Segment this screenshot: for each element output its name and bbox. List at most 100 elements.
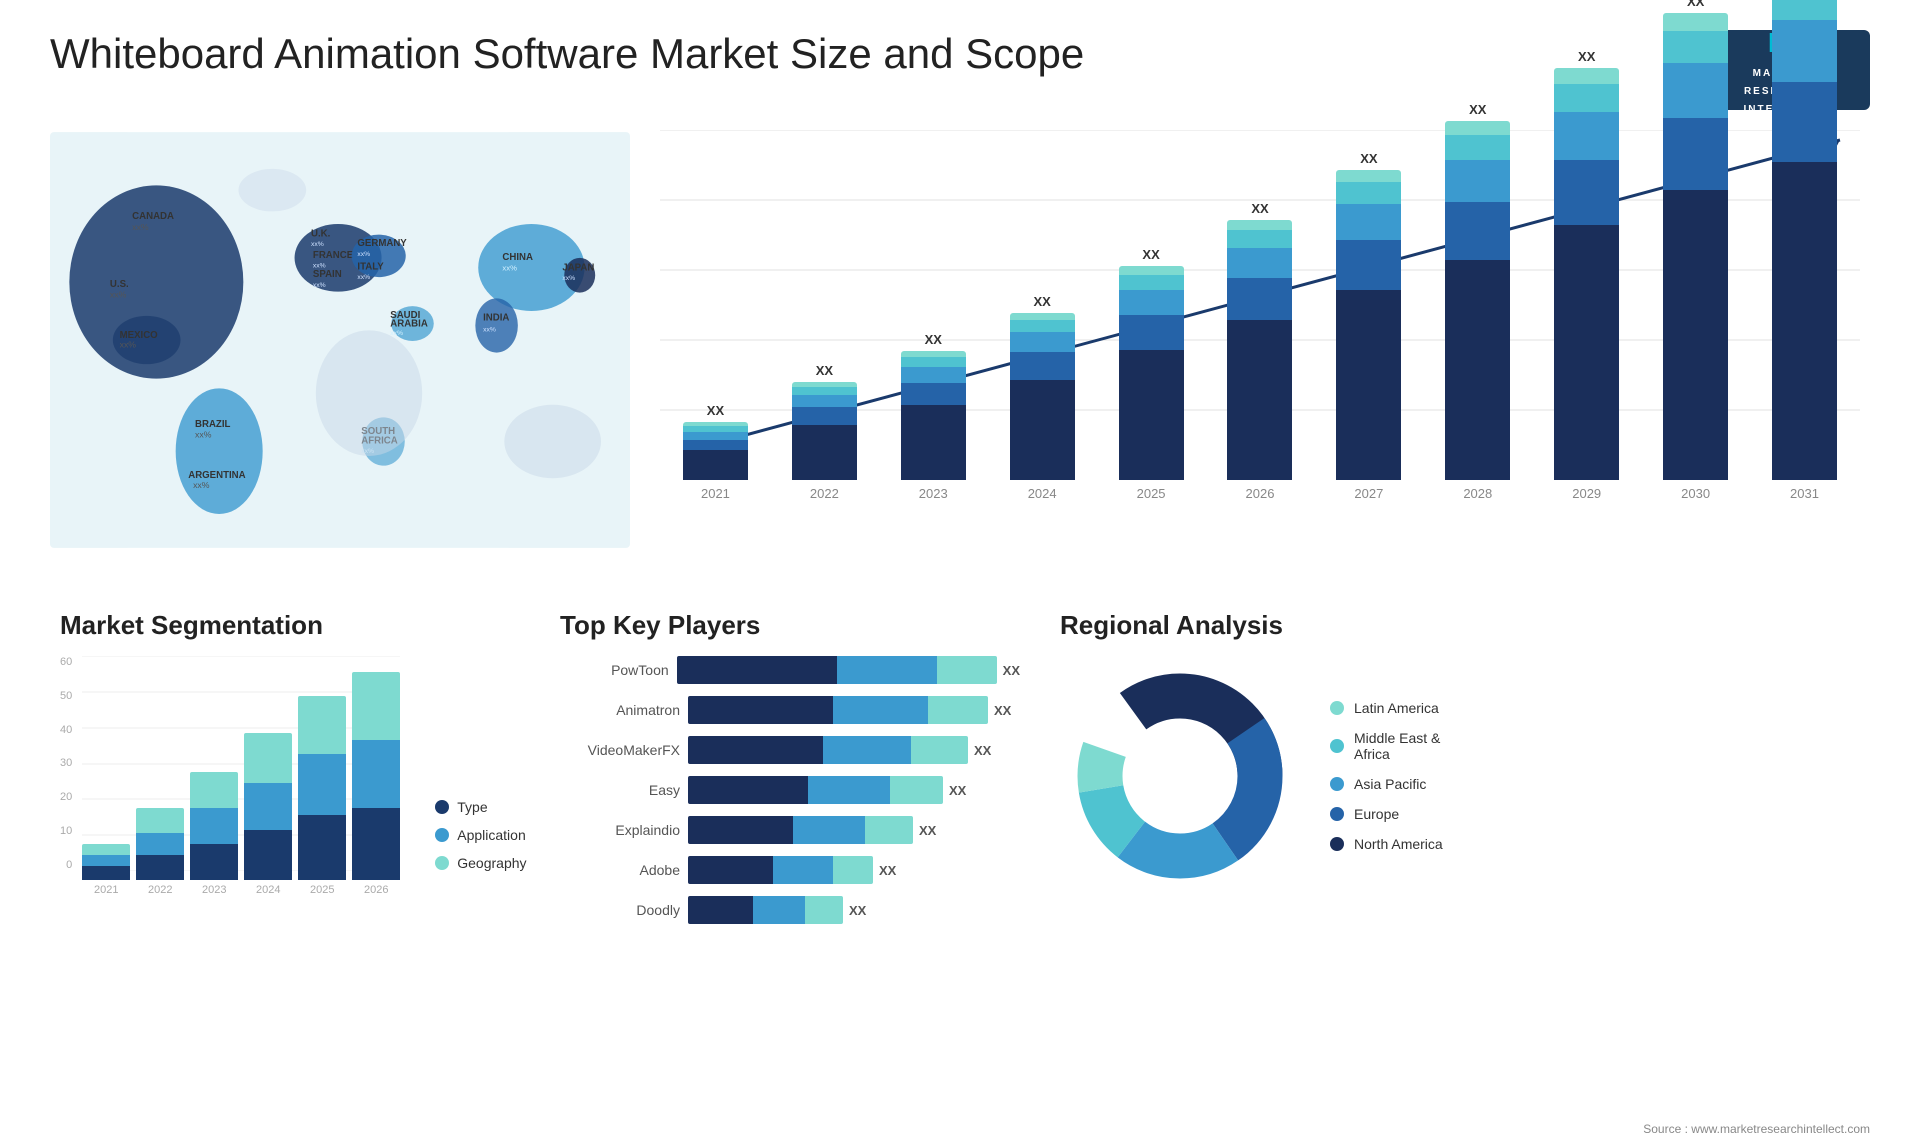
svg-text:xx%: xx% bbox=[313, 282, 326, 289]
legend-geography: Geography bbox=[435, 855, 526, 871]
player-bar-area: XX bbox=[688, 816, 1020, 844]
seg-app bbox=[298, 754, 346, 815]
bar-stack bbox=[792, 382, 857, 480]
seg-x-2022: 2022 bbox=[148, 884, 172, 896]
svg-text:U.S.: U.S. bbox=[110, 279, 129, 290]
bar-seg-1 bbox=[1119, 350, 1184, 480]
bar-seg-1 bbox=[792, 425, 857, 480]
y-50: 50 bbox=[60, 690, 72, 702]
bar-seg-3 bbox=[1554, 112, 1619, 160]
y-60: 60 bbox=[60, 656, 72, 668]
seg-bar-2025: 2025 bbox=[298, 696, 346, 896]
x-label-2030: 2030 bbox=[1645, 486, 1746, 501]
dot-middle-east bbox=[1330, 739, 1344, 753]
player-bar bbox=[677, 656, 997, 684]
seg-type bbox=[244, 830, 292, 880]
chart-section: XX XX bbox=[640, 120, 1880, 580]
seg-geo bbox=[190, 772, 238, 808]
svg-text:BRAZIL: BRAZIL bbox=[195, 419, 231, 430]
bar-seg-mid bbox=[808, 776, 890, 804]
segmentation-section: Market Segmentation 60 50 40 30 20 10 0 bbox=[50, 600, 530, 1090]
seg-x-2024: 2024 bbox=[256, 884, 280, 896]
bar-seg-4 bbox=[1227, 230, 1292, 248]
seg-type bbox=[136, 855, 184, 880]
label-asia-pacific: Asia Pacific bbox=[1354, 776, 1426, 792]
svg-text:xx%: xx% bbox=[357, 251, 370, 258]
dot-asia-pacific bbox=[1330, 777, 1344, 791]
donut-chart bbox=[1060, 656, 1300, 896]
player-bar-area: XX bbox=[688, 856, 1020, 884]
legend-application: Application bbox=[435, 827, 526, 843]
bar-group-2021: XX bbox=[665, 403, 766, 480]
x-label-2021: 2021 bbox=[665, 486, 766, 501]
seg-bar-2024: 2024 bbox=[244, 733, 292, 896]
bar-seg-mid bbox=[753, 896, 805, 924]
bar-seg-dark bbox=[688, 736, 823, 764]
player-xx-animatron: XX bbox=[994, 703, 1011, 718]
bar-seg-1 bbox=[1772, 162, 1837, 480]
seg-x-2026: 2026 bbox=[364, 884, 388, 896]
bar-seg-2 bbox=[901, 383, 966, 405]
player-row-adobe: Adobe XX bbox=[560, 856, 1020, 884]
bar-group-2024: XX bbox=[992, 294, 1093, 480]
legend-label-type: Type bbox=[457, 799, 487, 815]
segmentation-title: Market Segmentation bbox=[60, 610, 520, 641]
svg-text:xx%: xx% bbox=[483, 326, 496, 333]
seg-legend: Type Application Geography bbox=[425, 799, 526, 871]
player-row-powtoon: PowToon XX bbox=[560, 656, 1020, 684]
map-section: CANADA xx% U.S. xx% MEXICO xx% BRAZIL xx… bbox=[40, 120, 640, 580]
bar-group-2026: XX bbox=[1210, 201, 1311, 480]
bar-group-2022: XX bbox=[774, 363, 875, 480]
seg-app bbox=[136, 833, 184, 855]
svg-text:SPAIN: SPAIN bbox=[313, 269, 342, 280]
y-0: 0 bbox=[60, 859, 72, 871]
seg-bars-container: 2021 2022 bbox=[82, 656, 400, 896]
bar-seg-3 bbox=[683, 432, 748, 440]
bar-stack bbox=[1772, 0, 1837, 480]
seg-app bbox=[244, 783, 292, 830]
bar-group-2029: XX bbox=[1536, 49, 1637, 480]
seg-app bbox=[190, 808, 238, 844]
seg-bar-2026: 2026 bbox=[352, 672, 400, 896]
seg-app bbox=[82, 855, 130, 866]
legend-middle-east: Middle East & Africa bbox=[1330, 730, 1443, 762]
bar-seg-2 bbox=[1010, 352, 1075, 380]
bar-seg-2 bbox=[683, 440, 748, 450]
bar-top-label: XX bbox=[816, 363, 833, 378]
player-name-doodly: Doodly bbox=[560, 902, 680, 918]
legend-label-geography: Geography bbox=[457, 855, 526, 871]
bar-seg-dark bbox=[688, 856, 773, 884]
bar-top-label: XX bbox=[1251, 201, 1268, 216]
x-label-2024: 2024 bbox=[992, 486, 1093, 501]
legend-europe: Europe bbox=[1330, 806, 1443, 822]
bar-seg-1 bbox=[1227, 320, 1292, 480]
bar-stack bbox=[1663, 13, 1728, 480]
player-xx-powtoon: XX bbox=[1003, 663, 1020, 678]
bar-seg-mid bbox=[833, 696, 928, 724]
bar-seg-5 bbox=[1554, 68, 1619, 84]
bar-seg-2 bbox=[1554, 160, 1619, 225]
player-row-animatron: Animatron XX bbox=[560, 696, 1020, 724]
bar-seg-light bbox=[805, 896, 843, 924]
player-bar bbox=[688, 736, 968, 764]
label-north-america: North America bbox=[1354, 836, 1443, 852]
bar-seg-2 bbox=[1227, 278, 1292, 320]
label-latin-america: Latin America bbox=[1354, 700, 1439, 716]
label-middle-east: Middle East & Africa bbox=[1354, 730, 1440, 762]
legend-dot-type bbox=[435, 800, 449, 814]
bar-chart-container: XX XX bbox=[660, 130, 1860, 530]
bar-group-2031: XX bbox=[1754, 0, 1855, 480]
svg-text:xx%: xx% bbox=[562, 275, 575, 282]
player-xx-doodly: XX bbox=[849, 903, 866, 918]
bar-seg-3 bbox=[792, 395, 857, 407]
player-row-doodly: Doodly XX bbox=[560, 896, 1020, 924]
bar-seg-3 bbox=[1445, 160, 1510, 202]
player-name-easy: Easy bbox=[560, 782, 680, 798]
bar-seg-4 bbox=[1772, 0, 1837, 20]
bar-top-label: XX bbox=[1687, 0, 1704, 9]
y-axis: 60 50 40 30 20 10 0 bbox=[60, 656, 72, 896]
bar-seg-5 bbox=[1336, 170, 1401, 182]
bar-seg-5 bbox=[1663, 13, 1728, 31]
bar-seg-dark bbox=[677, 656, 837, 684]
svg-text:U.K.: U.K. bbox=[311, 229, 331, 240]
